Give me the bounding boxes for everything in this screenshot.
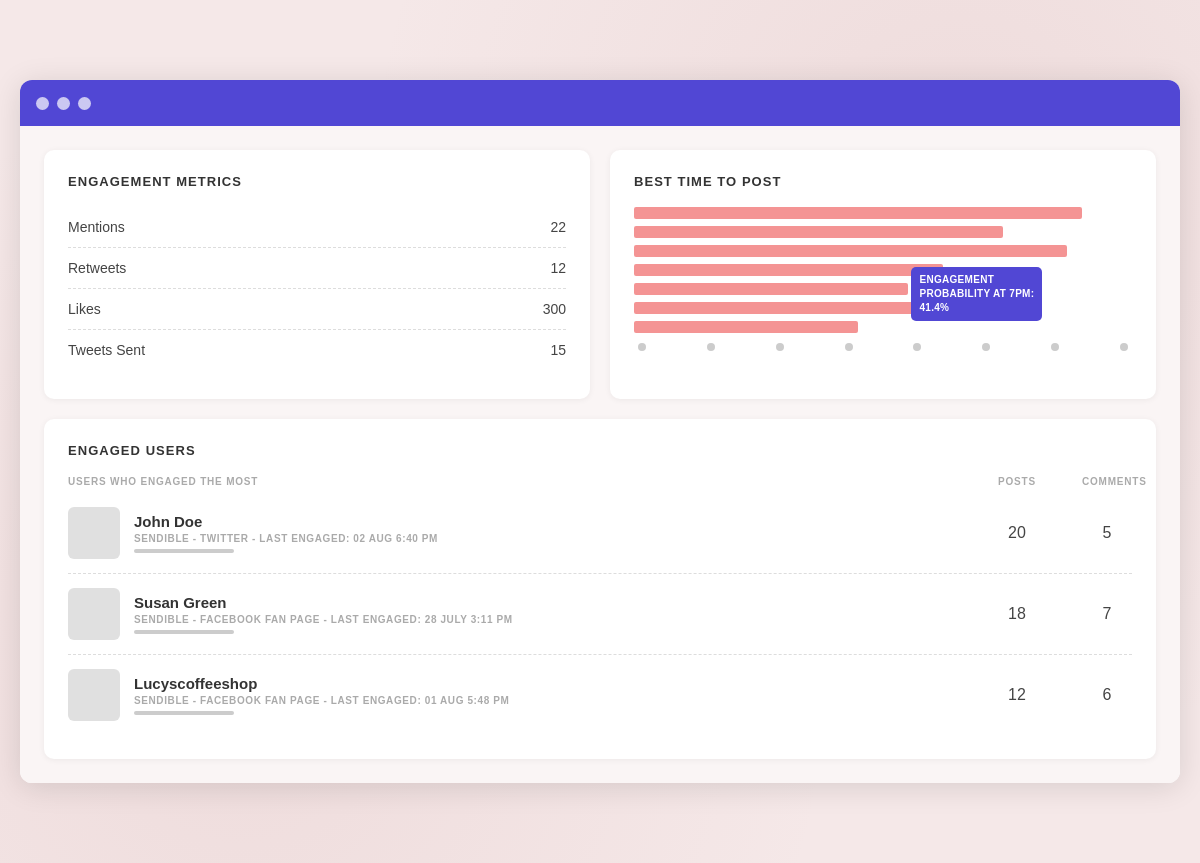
engaged-header-row: USERS WHO ENGAGED THE MOST POSTS COMMENT… — [68, 476, 1132, 487]
app-window: ENGAGEMENT METRICS Mentions 22 Retweets … — [20, 80, 1180, 783]
bar-7 — [634, 321, 858, 333]
metric-label-tweets-sent: Tweets Sent — [68, 342, 145, 358]
dot-3 — [78, 97, 91, 110]
x-label-4 — [845, 343, 853, 351]
x-label-1 — [638, 343, 646, 351]
user-info-0: John Doe SENDIBLE - TWITTER - LAST ENGAG… — [134, 513, 978, 553]
metric-value-tweets-sent: 15 — [550, 342, 566, 358]
bar-3 — [634, 245, 1067, 257]
user-comments-0: 5 — [1082, 524, 1132, 542]
user-stats-0: 20 5 — [992, 524, 1132, 542]
user-info-2: Lucyscoffeeshop SENDIBLE - FACEBOOK FAN … — [134, 675, 978, 715]
top-row: ENGAGEMENT METRICS Mentions 22 Retweets … — [44, 150, 1156, 399]
engaged-users-title: ENGAGED USERS — [68, 443, 1132, 458]
user-bar-2 — [134, 711, 234, 715]
user-stats-1: 18 7 — [992, 605, 1132, 623]
user-posts-0: 20 — [992, 524, 1042, 542]
bar-1 — [634, 207, 1082, 219]
user-stats-2: 12 6 — [992, 686, 1132, 704]
metrics-list: Mentions 22 Retweets 12 Likes 300 Tweets… — [68, 207, 566, 370]
engaged-users-card: ENGAGED USERS USERS WHO ENGAGED THE MOST… — [44, 419, 1156, 759]
metric-label-retweets: Retweets — [68, 260, 126, 276]
avatar-1 — [68, 588, 120, 640]
engagement-metrics-title: ENGAGEMENT METRICS — [68, 174, 566, 189]
user-meta-1: SENDIBLE - FACEBOOK FAN PAGE - LAST ENGA… — [134, 614, 978, 625]
user-name-0: John Doe — [134, 513, 978, 530]
x-label-5 — [913, 343, 921, 351]
dot-1 — [36, 97, 49, 110]
user-row-1: Susan Green SENDIBLE - FACEBOOK FAN PAGE… — [68, 574, 1132, 655]
x-label-8 — [1120, 343, 1128, 351]
user-meta-2: SENDIBLE - FACEBOOK FAN PAGE - LAST ENGA… — [134, 695, 978, 706]
engagement-metrics-card: ENGAGEMENT METRICS Mentions 22 Retweets … — [44, 150, 590, 399]
window-content: ENGAGEMENT METRICS Mentions 22 Retweets … — [20, 126, 1180, 783]
metric-label-likes: Likes — [68, 301, 101, 317]
x-label-6 — [982, 343, 990, 351]
metric-row-tweets-sent: Tweets Sent 15 — [68, 330, 566, 370]
user-comments-2: 6 — [1082, 686, 1132, 704]
chart-area: ENGAGEMENT PROBABILITY AT 7PM: 41.4% — [634, 207, 1132, 375]
metric-value-likes: 300 — [543, 301, 566, 317]
bar-container — [634, 207, 1132, 333]
metric-row-mentions: Mentions 22 — [68, 207, 566, 248]
chart-tooltip: ENGAGEMENT PROBABILITY AT 7PM: 41.4% — [911, 267, 1042, 321]
titlebar — [20, 80, 1180, 126]
col-header-posts: POSTS — [992, 476, 1042, 487]
metric-row-likes: Likes 300 — [68, 289, 566, 330]
best-time-card: BEST TIME TO POST ENGAGEMENT PROBABILITY… — [610, 150, 1156, 399]
col-headers: POSTS COMMENTS — [992, 476, 1132, 487]
col-header-comments: COMMENTS — [1082, 476, 1132, 487]
bar-4 — [634, 264, 943, 276]
metric-value-retweets: 12 — [550, 260, 566, 276]
metric-label-mentions: Mentions — [68, 219, 125, 235]
user-name-2: Lucyscoffeeshop — [134, 675, 978, 692]
user-bar-0 — [134, 549, 234, 553]
x-label-3 — [776, 343, 784, 351]
user-bar-1 — [134, 630, 234, 634]
tooltip-line2: PROBABILITY AT 7PM: — [919, 287, 1034, 301]
best-time-title: BEST TIME TO POST — [634, 174, 1132, 189]
user-posts-1: 18 — [992, 605, 1042, 623]
metric-value-mentions: 22 — [550, 219, 566, 235]
avatar-0 — [68, 507, 120, 559]
avatar-2 — [68, 669, 120, 721]
engaged-subtitle: USERS WHO ENGAGED THE MOST — [68, 476, 992, 487]
x-label-7 — [1051, 343, 1059, 351]
metric-row-retweets: Retweets 12 — [68, 248, 566, 289]
user-row-0: John Doe SENDIBLE - TWITTER - LAST ENGAG… — [68, 493, 1132, 574]
chart-x-labels — [634, 343, 1132, 351]
user-posts-2: 12 — [992, 686, 1042, 704]
bar-2 — [634, 226, 1003, 238]
tooltip-line3: 41.4% — [919, 301, 1034, 315]
tooltip-line1: ENGAGEMENT — [919, 273, 1034, 287]
user-name-1: Susan Green — [134, 594, 978, 611]
dot-2 — [57, 97, 70, 110]
user-info-1: Susan Green SENDIBLE - FACEBOOK FAN PAGE… — [134, 594, 978, 634]
user-row-2: Lucyscoffeeshop SENDIBLE - FACEBOOK FAN … — [68, 655, 1132, 735]
user-meta-0: SENDIBLE - TWITTER - LAST ENGAGED: 02 AU… — [134, 533, 978, 544]
user-comments-1: 7 — [1082, 605, 1132, 623]
x-label-2 — [707, 343, 715, 351]
bar-5 — [634, 283, 908, 295]
